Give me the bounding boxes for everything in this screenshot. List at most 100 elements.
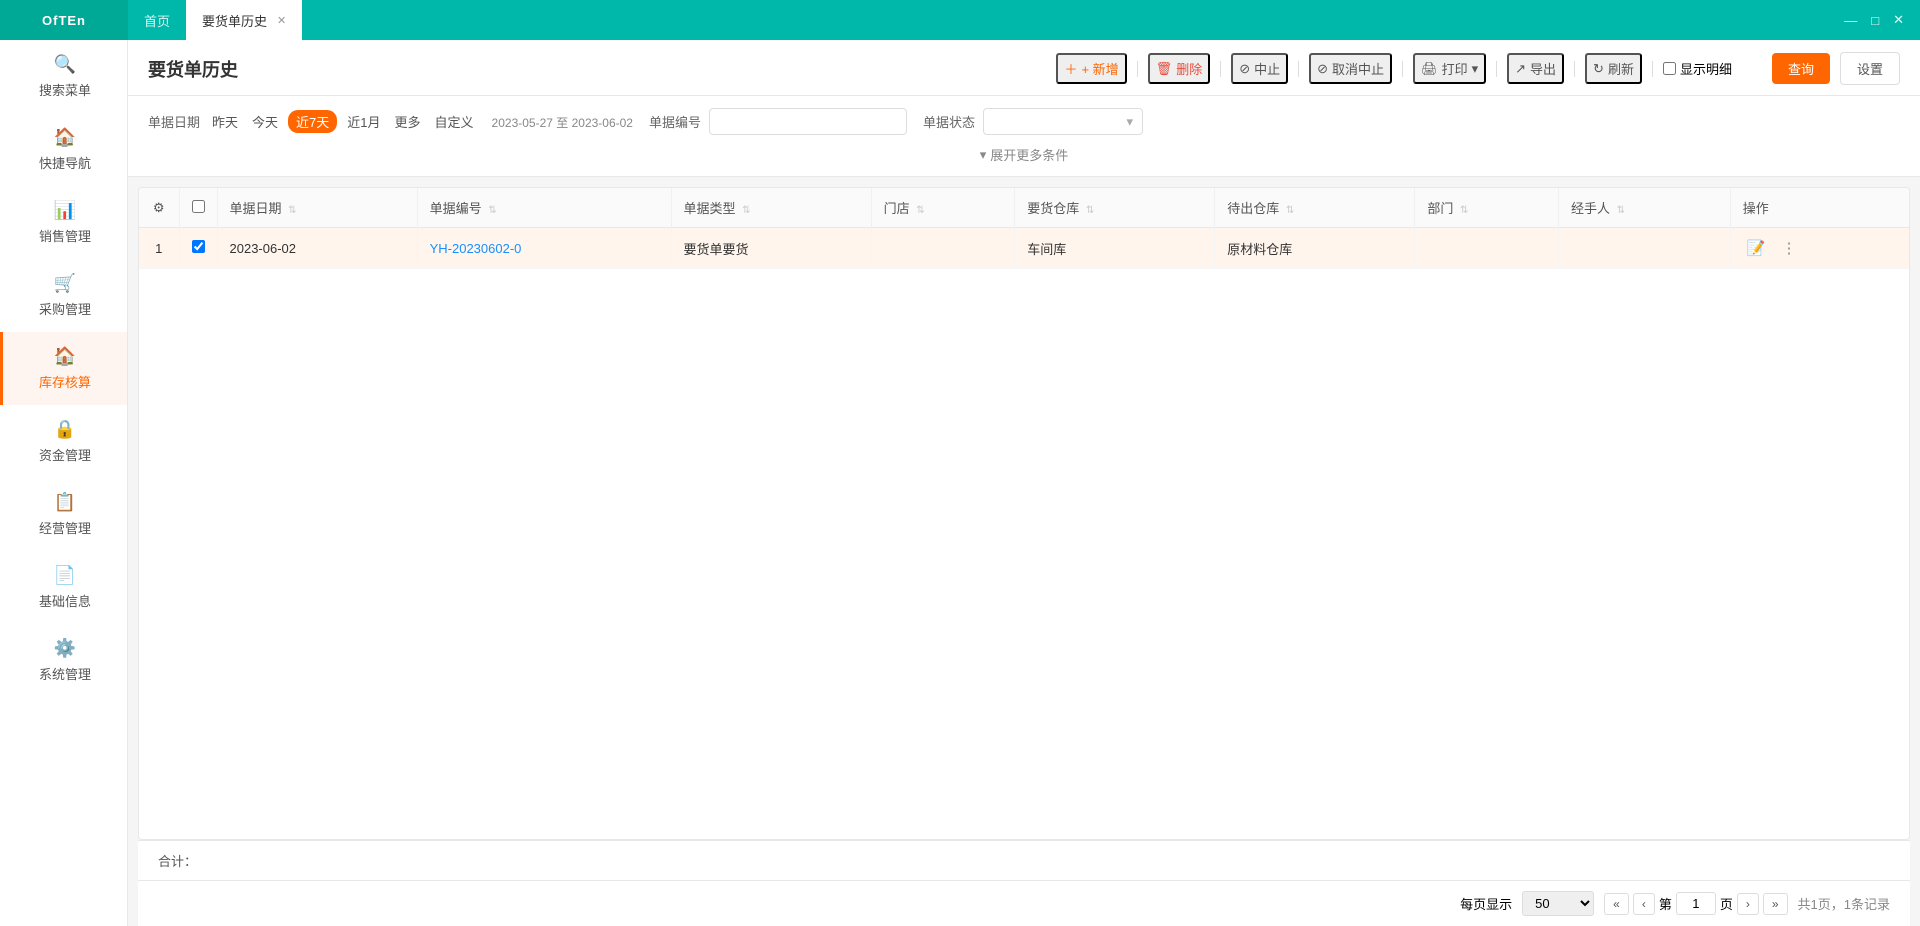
row-settings-cell: 1 — [139, 228, 179, 269]
col-doc-type: 单据类型 ⇅ — [671, 188, 871, 228]
page-input[interactable] — [1676, 892, 1716, 915]
docno-filter-label: 单据编号 — [649, 112, 701, 131]
date-shortcut-custom[interactable]: 自定义 — [431, 110, 478, 133]
status-select[interactable]: 待审核 已审核 已关闭 — [983, 108, 1143, 135]
date-shortcut-1month[interactable]: 近1月 — [343, 110, 384, 133]
sales-mgmt-icon: 📊 — [54, 200, 76, 221]
basic-info-icon: 📄 — [54, 565, 76, 586]
col-settings: ⚙ — [139, 188, 179, 228]
close-button[interactable]: ✕ — [1893, 12, 1904, 28]
sort-doc-date-icon[interactable]: ⇅ — [288, 205, 296, 216]
purchase-mgmt-icon: 🛒 — [54, 273, 76, 294]
settings-button[interactable]: 设置 — [1840, 52, 1900, 85]
window-controls: — □ ✕ — [1844, 12, 1920, 28]
export-button[interactable]: ↗ 导出 — [1507, 53, 1564, 84]
col-doc-date: 单据日期 ⇅ — [217, 188, 417, 228]
page-nav: « ‹ 第 页 › » — [1604, 892, 1787, 915]
refresh-button[interactable]: ↻ 刷新 — [1585, 53, 1642, 84]
search-menu-icon: 🔍 — [54, 54, 76, 75]
row-pend-warehouse: 原材料仓库 — [1215, 228, 1415, 269]
toolbar-divider-4 — [1402, 61, 1403, 77]
per-page-select[interactable]: 50 10 20 100 — [1522, 891, 1594, 916]
col-department: 部门 ⇅ — [1415, 188, 1559, 228]
sidebar-item-inventory[interactable]: 🏠 库存核算 — [0, 332, 127, 405]
export-icon: ↗ — [1515, 61, 1526, 77]
expand-more-button[interactable]: ▾ 展开更多条件 — [148, 145, 1900, 164]
row-handler — [1558, 228, 1730, 269]
row-store — [871, 228, 1015, 269]
sidebar-item-sales-mgmt[interactable]: 📊 销售管理 — [0, 186, 127, 259]
date-shortcuts: 昨天 今天 近7天 近1月 更多 自定义 — [208, 110, 478, 133]
delete-icon: 🗑 — [1156, 61, 1173, 77]
toolbar-divider-7 — [1652, 61, 1653, 77]
next-page-button[interactable]: › — [1737, 893, 1759, 915]
sidebar-item-basic-info[interactable]: 📄 基础信息 — [0, 551, 127, 624]
toolbar-divider-1 — [1137, 61, 1138, 77]
system-mgmt-icon: ⚙️ — [54, 638, 76, 659]
new-button[interactable]: ＋ + 新增 — [1056, 53, 1126, 84]
table-body: 1 2023-06-02 YH-20230602-0 要货单要货 — [139, 228, 1909, 269]
first-page-button[interactable]: « — [1604, 893, 1629, 915]
sort-req-warehouse-icon[interactable]: ⇅ — [1086, 205, 1094, 216]
minimize-button[interactable]: — — [1844, 13, 1857, 28]
sort-store-icon[interactable]: ⇅ — [916, 205, 924, 216]
stop-icon: ⊘ — [1239, 61, 1250, 77]
table-container: ⚙ 单据日期 ⇅ 单据编号 ⇅ — [138, 187, 1910, 840]
col-checkbox — [179, 188, 217, 228]
delete-button[interactable]: 🗑 删除 — [1148, 53, 1211, 84]
top-bar: OfTEn 首页 要货单历史 ✕ — □ ✕ — [0, 0, 1920, 40]
edit-action-icon[interactable]: 📝 — [1743, 237, 1770, 259]
sidebar-item-quick-nav[interactable]: 🏠 快捷导航 — [0, 113, 127, 186]
stop-button[interactable]: ⊘ 中止 — [1231, 53, 1288, 84]
sidebar-item-search-menu[interactable]: 🔍 搜索菜单 — [0, 40, 127, 113]
settings-col-icon[interactable]: ⚙ — [153, 200, 165, 215]
page-header: 要货单历史 ＋ + 新增 🗑 删除 ⊘ 中止 — [128, 40, 1920, 96]
row-doc-type: 要货单要货 — [671, 228, 871, 269]
sidebar-item-finance[interactable]: 🔒 资金管理 — [0, 405, 127, 478]
row-doc-no-link[interactable]: YH-20230602-0 — [430, 241, 522, 256]
select-all-checkbox[interactable] — [192, 200, 205, 213]
operations-icon: 📋 — [54, 492, 76, 513]
status-filter-label: 单据状态 — [923, 112, 975, 131]
cancel-stop-button[interactable]: ⊘ 取消中止 — [1309, 53, 1392, 84]
print-dropdown-icon: ▾ — [1472, 61, 1479, 77]
date-shortcut-yesterday[interactable]: 昨天 — [208, 110, 242, 133]
sort-doc-no-icon[interactable]: ⇅ — [488, 205, 496, 216]
query-button[interactable]: 查询 — [1772, 53, 1830, 84]
tab-home[interactable]: 首页 — [128, 0, 186, 40]
sidebar-item-operations[interactable]: 📋 经营管理 — [0, 478, 127, 551]
sidebar-item-purchase-mgmt[interactable]: 🛒 采购管理 — [0, 259, 127, 332]
col-store: 门店 ⇅ — [871, 188, 1015, 228]
filter-row: 单据日期 昨天 今天 近7天 近1月 更多 自定义 2023-05-27 至 2… — [148, 108, 1900, 135]
finance-icon: 🔒 — [54, 419, 76, 440]
status-filter-group: 单据状态 待审核 已审核 已关闭 — [923, 108, 1143, 135]
sidebar-item-system-mgmt[interactable]: ⚙️ 系统管理 — [0, 624, 127, 697]
quick-nav-icon: 🏠 — [54, 127, 76, 148]
sort-department-icon[interactable]: ⇅ — [1460, 205, 1468, 216]
sort-handler-icon[interactable]: ⇅ — [1617, 205, 1625, 216]
prev-page-button[interactable]: ‹ — [1633, 893, 1655, 915]
more-action-icon[interactable]: ⋮ — [1777, 237, 1800, 259]
print-icon: 🖨 — [1421, 61, 1438, 77]
date-shortcut-today[interactable]: 今天 — [248, 110, 282, 133]
last-page-button[interactable]: » — [1763, 893, 1788, 915]
maximize-button[interactable]: □ — [1871, 13, 1879, 28]
show-detail-checkbox[interactable] — [1663, 62, 1676, 75]
close-tab-icon[interactable]: ✕ — [277, 14, 286, 27]
action-icons: 📝 ⋮ — [1743, 237, 1897, 259]
date-shortcut-7days[interactable]: 近7天 — [288, 110, 337, 133]
docno-input[interactable] — [709, 108, 907, 135]
docno-filter-group: 单据编号 — [649, 108, 907, 135]
sort-doc-type-icon[interactable]: ⇅ — [742, 205, 750, 216]
row-checkbox[interactable] — [192, 240, 205, 253]
tab-purchase-history[interactable]: 要货单历史 ✕ — [186, 0, 302, 40]
content-area: 要货单历史 ＋ + 新增 🗑 删除 ⊘ 中止 — [128, 40, 1920, 926]
data-table: ⚙ 单据日期 ⇅ 单据编号 ⇅ — [139, 188, 1909, 269]
date-range-display: 2023-05-27 至 2023-06-02 — [492, 112, 633, 131]
sort-pend-warehouse-icon[interactable]: ⇅ — [1286, 205, 1294, 216]
filter-area: 单据日期 昨天 今天 近7天 近1月 更多 自定义 2023-05-27 至 2… — [128, 96, 1920, 177]
show-detail-checkbox-wrapper[interactable]: 显示明细 — [1663, 59, 1732, 78]
print-button[interactable]: 🖨 打印 ▾ — [1413, 53, 1486, 84]
row-action: 📝 ⋮ — [1730, 228, 1909, 269]
date-shortcut-more[interactable]: 更多 — [391, 110, 425, 133]
